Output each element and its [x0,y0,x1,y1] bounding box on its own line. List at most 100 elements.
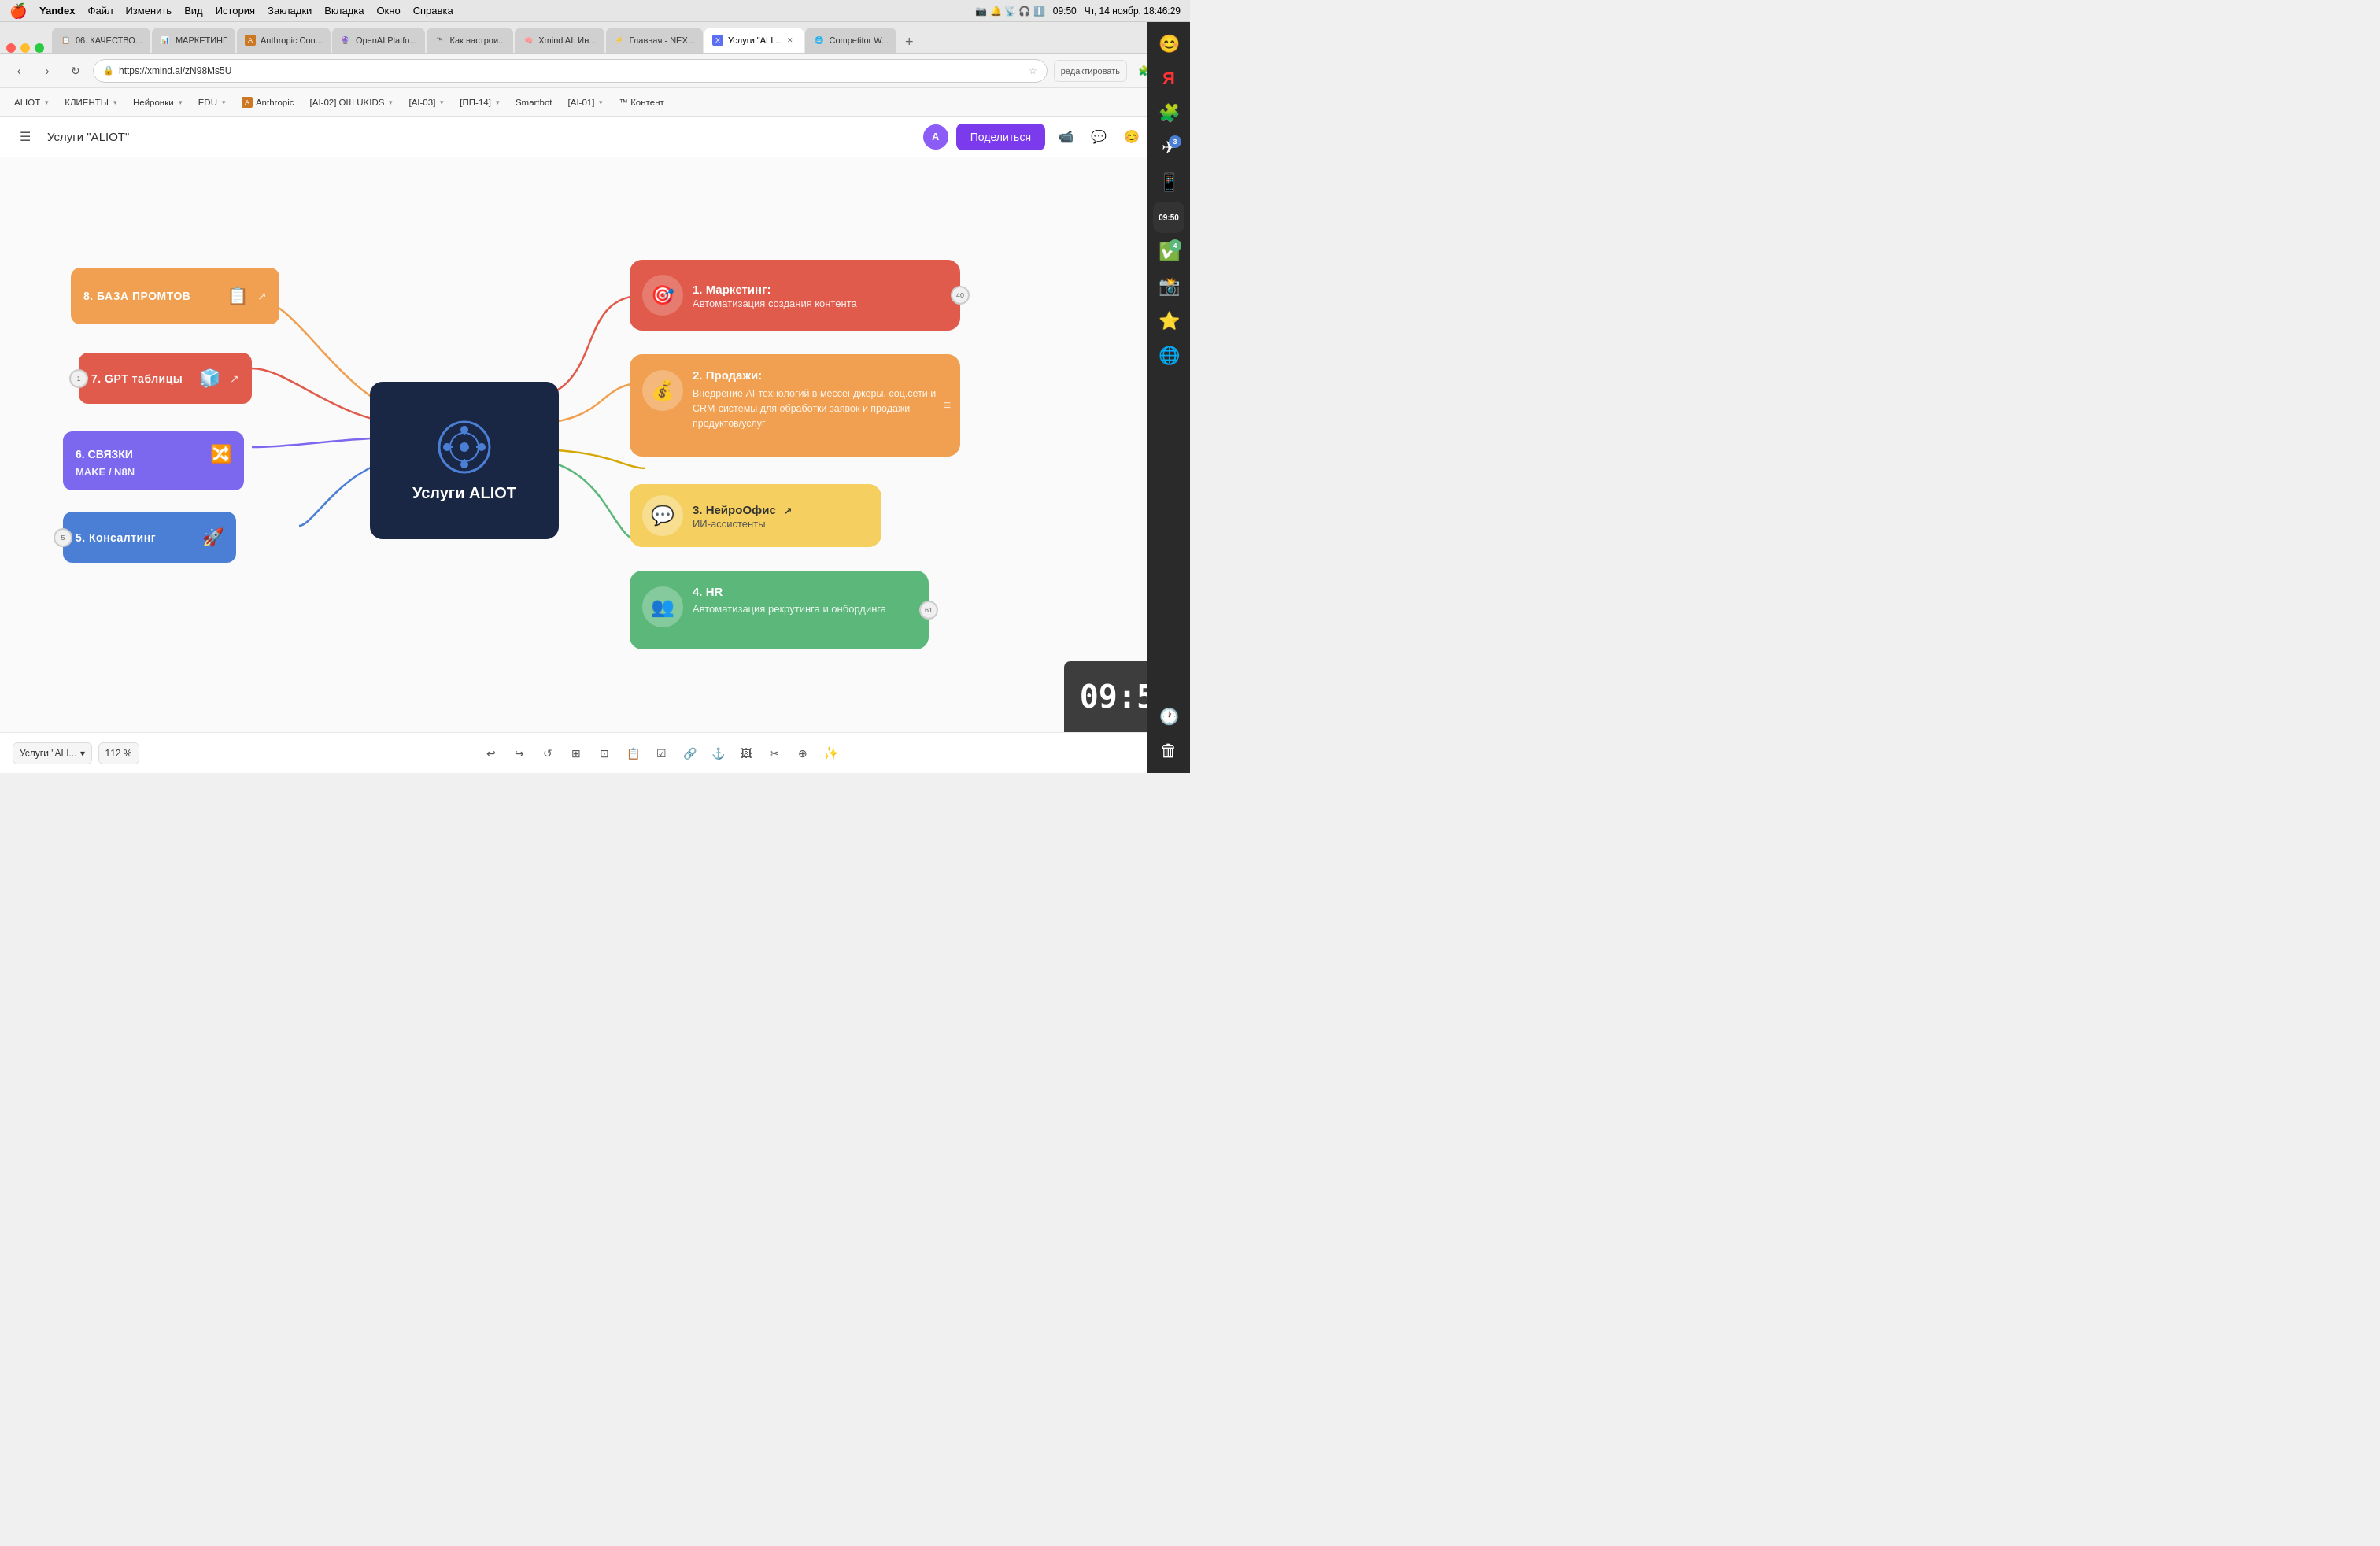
bm-pp14[interactable]: [ПП-14] ▾ [453,92,506,113]
rs-yandex[interactable]: Я [1153,63,1184,94]
menubar-date: Чт, 14 ноябр. 18:46:29 [1085,6,1181,17]
tool-undo[interactable]: ↺ [536,742,560,765]
bookmark-star-icon[interactable]: ☆ [1029,65,1037,76]
bm-edu-label: EDU [198,98,217,107]
bm-content[interactable]: ™ Контент [612,92,670,113]
tab-0[interactable]: 📋 06. КАЧЕСТВО... [52,28,150,53]
center-node[interactable]: Услуги ALIOT [370,382,559,539]
tab-1[interactable]: 📊 МАРКЕТИНГ [152,28,235,53]
node-8-ext-icon[interactable]: ↗ [257,290,267,302]
rs-chrome[interactable]: 🌐 [1153,340,1184,372]
menu-history[interactable]: История [216,5,255,17]
bottom-center: ↩ ↪ ↺ ⊞ ⊡ 📋 ☑ 🔗 ⚓ 🖼 ✂ ⊕ ✨ [146,742,1177,765]
emoji-icon-btn[interactable]: 😊 [1119,124,1144,150]
bm-clients[interactable]: КЛИЕНТЫ ▾ [58,92,124,113]
node-sales[interactable]: 💰 2. Продажи: Внедрение AI-технологий в … [630,354,960,457]
tool-grid[interactable]: ⊞ [564,742,588,765]
tab-4[interactable]: ™ Как настрои... [427,28,514,53]
rs-xmind[interactable]: 🧩 [1153,98,1184,129]
video-icon-btn[interactable]: 📹 [1053,124,1078,150]
tool-ai[interactable]: ✨ [819,742,843,765]
edit-button[interactable]: редактировать [1054,60,1127,82]
node-prompts[interactable]: 8. БАЗА ПРОМТОВ 📋 ↗ [71,268,279,324]
tab-7[interactable]: X Услуги "ALI... ✕ [704,28,804,53]
node-marketing[interactable]: 🎯 1. Маркетинг: Автоматизация создания к… [630,260,960,331]
node-3-ext-icon[interactable]: ↗ [784,505,792,516]
forward-button[interactable]: › [36,60,58,82]
rs-telegram-badge: 3 [1169,135,1181,148]
rs-clock-widget[interactable]: 🕐 [1153,701,1184,732]
mind-map-canvas[interactable]: Услуги ALIOT 🎯 1. Маркетинг: Автоматизац… [0,157,1190,732]
rs-trash[interactable]: 🗑 [1153,735,1184,767]
menu-view[interactable]: Вид [184,5,203,17]
bm-content-label: ™ Контент [619,98,663,107]
bm-smartbot[interactable]: Smartbot [509,92,559,113]
tl-close[interactable] [6,43,16,53]
menu-bookmarks[interactable]: Закладки [268,5,312,17]
tab-favicon-4: ™ [434,35,445,46]
tab-label-8: Competitor W... [829,35,889,45]
comment-icon-btn[interactable]: 💬 [1086,124,1111,150]
menu-edit[interactable]: Изменить [126,5,172,17]
bm-ai01[interactable]: [AI-01] ▾ [562,92,610,113]
tool-check[interactable]: ☑ [649,742,673,765]
url-bar[interactable]: 🔒 https://xmind.ai/zN98Ms5U ☆ [93,59,1048,83]
tab-close-7[interactable]: ✕ [785,35,796,46]
page-selector[interactable]: Услуги "ALI... ▾ [13,742,92,764]
tool-box[interactable]: ⊡ [593,742,616,765]
node-6-text2: MAKE / N8N [76,466,135,478]
rs-whatsapp[interactable]: 📱 [1153,167,1184,198]
tool-notes[interactable]: 📋 [621,742,645,765]
bm-ai03[interactable]: [AI-03] ▾ [402,92,450,113]
node-2-text: 2. Продажи: Внедрение AI-технологий в ме… [693,367,948,431]
tab-8[interactable]: 🌐 Competitor W... [805,28,896,53]
node-consulting[interactable]: 5 5. Консалтинг 🚀 [63,512,236,563]
app-name[interactable]: Yandex [39,5,76,17]
tool-unlink[interactable]: ↪ [508,742,531,765]
rs-clock[interactable]: 09:50 [1153,202,1184,233]
tab-5[interactable]: 🧠 Xmind AI: Ин... [515,28,604,53]
tool-scissors[interactable]: ✂ [763,742,786,765]
rs-finder[interactable]: 😊 [1153,28,1184,60]
node-hr[interactable]: 👥 4. HR Автоматизация рекрутинга и онбор… [630,571,929,649]
node-gpt-tables[interactable]: 1 7. GPT таблицы 🧊 ↗ [79,353,252,404]
tool-add[interactable]: ⊕ [791,742,815,765]
rs-tick[interactable]: ✅ 4 [1153,236,1184,268]
node-connections[interactable]: 6. СВЯЗКИ 🔀 MAKE / N8N [63,431,244,490]
reload-button[interactable]: ↻ [65,60,87,82]
node-2-menu-icon[interactable]: ≡ [944,398,951,412]
menu-tab[interactable]: Вкладка [324,5,364,17]
tool-image[interactable]: 🖼 [734,742,758,765]
node-7-ext-icon[interactable]: ↗ [230,372,239,385]
share-button[interactable]: Поделиться [956,124,1045,150]
tl-minimize[interactable] [20,43,30,53]
menu-window[interactable]: Окно [376,5,400,17]
bm-edu[interactable]: EDU ▾ [192,92,232,113]
bm-neurons[interactable]: Нейронки ▾ [127,92,189,113]
tl-fullscreen[interactable] [35,43,44,53]
tool-hyperlink[interactable]: 🔗 [678,742,701,765]
bm-aliot[interactable]: ALIOT ▾ [8,92,55,113]
tab-3[interactable]: 🔮 OpenAI Platfo... [332,28,425,53]
user-avatar[interactable]: A [923,124,948,150]
xmind-menu-button[interactable]: ☰ [13,124,38,150]
rs-star[interactable]: ⭐ [1153,305,1184,337]
menu-file[interactable]: Файл [88,5,113,17]
tab-6[interactable]: ⚡ Главная - NEX... [606,28,703,53]
back-button[interactable]: ‹ [8,60,30,82]
tab-2[interactable]: A Anthropic Con... [237,28,331,53]
node-neurooffice[interactable]: 💬 3. НейроОфис ↗ ИИ-ассистенты [630,484,881,547]
rs-screen[interactable]: 📸 [1153,271,1184,302]
rs-telegram[interactable]: ✈ 3 [1153,132,1184,164]
tool-link[interactable]: ↩ [479,742,503,765]
bm-anthropic[interactable]: A Anthropic [235,92,301,113]
zoom-display[interactable]: 112 % [98,742,139,764]
apple-menu[interactable]: 🍎 [9,2,27,20]
xmind-title-input[interactable] [47,130,197,143]
menu-help[interactable]: Справка [413,5,453,17]
bottom-toolbar: Услуги "ALI... ▾ 112 % ↩ ↪ ↺ ⊞ ⊡ 📋 ☑ 🔗 ⚓… [0,732,1190,773]
new-tab-button[interactable]: + [898,31,920,53]
tool-anchor[interactable]: ⚓ [706,742,730,765]
bm-ai02[interactable]: [AI-02] ОШ UKIDS ▾ [304,92,400,113]
node-6-content: 6. СВЯЗКИ 🔀 [76,444,231,464]
